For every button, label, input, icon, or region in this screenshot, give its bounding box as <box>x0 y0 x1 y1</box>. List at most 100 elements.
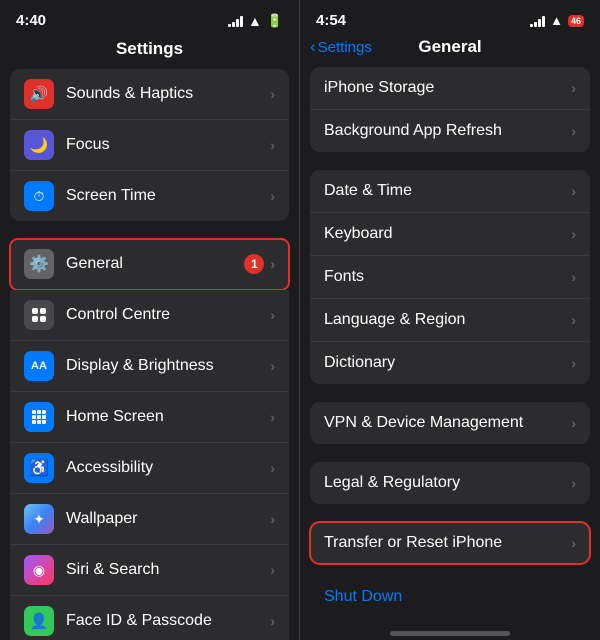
right-item-language[interactable]: Language & Region › <box>310 299 590 342</box>
time-left: 4:40 <box>16 12 46 29</box>
left-panel: 4:40 ▲ 🔋 Settings 🔊 Sounds & Haptics › <box>0 0 300 640</box>
settings-item-siri[interactable]: ◉ Siri & Search › <box>10 545 289 596</box>
date-time-label: Date & Time <box>324 182 412 200</box>
status-icons-right: ▲ 46 <box>530 13 584 28</box>
legal-chevron: › <box>571 475 576 491</box>
iphone-storage-label: iPhone Storage <box>324 79 434 97</box>
sounds-icon: 🔊 <box>24 79 54 109</box>
siri-icon: ◉ <box>24 555 54 585</box>
faceid-icon: 👤 <box>24 606 54 636</box>
settings-item-general[interactable]: ⚙️ General 1 › <box>10 239 289 290</box>
settings-item-sounds[interactable]: 🔊 Sounds & Haptics › <box>10 69 289 120</box>
fonts-label: Fonts <box>324 268 364 286</box>
accessibility-icon: ♿ <box>24 453 54 483</box>
wallpaper-label: Wallpaper <box>66 510 270 528</box>
screen-time-icon: ⏱ <box>24 181 54 211</box>
focus-icon: 🌙 <box>24 130 54 160</box>
settings-group-top: 🔊 Sounds & Haptics › 🌙 Focus › ⏱ Screen … <box>10 69 289 221</box>
siri-chevron: › <box>270 562 275 578</box>
right-list: iPhone Storage › Background App Refresh … <box>300 67 600 623</box>
right-group-locale: Date & Time › Keyboard › Fonts › Languag… <box>310 170 590 384</box>
sounds-label: Sounds & Haptics <box>66 85 270 103</box>
right-item-fonts[interactable]: Fonts › <box>310 256 590 299</box>
status-icons-left: ▲ 🔋 <box>228 13 283 29</box>
control-centre-icon <box>24 300 54 330</box>
nav-title: General <box>418 37 481 57</box>
home-screen-icon <box>24 402 54 432</box>
right-item-date-time[interactable]: Date & Time › <box>310 170 590 213</box>
right-item-vpn[interactable]: VPN & Device Management › <box>310 402 590 444</box>
vpn-label: VPN & Device Management <box>324 414 523 432</box>
vpn-chevron: › <box>571 415 576 431</box>
wifi-icon-right: ▲ <box>550 13 563 28</box>
settings-item-faceid[interactable]: 👤 Face ID & Passcode › <box>10 596 289 640</box>
transfer-reset-label: Transfer or Reset iPhone <box>324 534 502 552</box>
display-chevron: › <box>270 358 275 374</box>
right-item-transfer-reset[interactable]: Transfer or Reset iPhone › <box>310 522 590 564</box>
signal-bar-3 <box>236 19 239 27</box>
settings-item-focus[interactable]: 🌙 Focus › <box>10 120 289 171</box>
signal-bar-1 <box>228 24 231 27</box>
home-screen-chevron: › <box>270 409 275 425</box>
nav-back-button[interactable]: ‹ Settings <box>310 37 372 57</box>
settings-item-display[interactable]: AA Display & Brightness › <box>10 341 289 392</box>
iphone-storage-chevron: › <box>571 80 576 96</box>
language-chevron: › <box>571 312 576 328</box>
bg-refresh-label: Background App Refresh <box>324 122 502 140</box>
battery-icon: 🔋 <box>267 13 283 29</box>
home-screen-label: Home Screen <box>66 408 270 426</box>
faceid-chevron: › <box>270 613 275 629</box>
settings-item-home-screen[interactable]: Home Screen › <box>10 392 289 443</box>
status-bar-left: 4:40 ▲ 🔋 <box>0 0 299 35</box>
right-item-dictionary[interactable]: Dictionary › <box>310 342 590 384</box>
dictionary-label: Dictionary <box>324 354 395 372</box>
display-label: Display & Brightness <box>66 357 270 375</box>
wifi-icon: ▲ <box>248 13 262 29</box>
dictionary-chevron: › <box>571 355 576 371</box>
legal-label: Legal & Regulatory <box>324 474 460 492</box>
right-item-legal[interactable]: Legal & Regulatory › <box>310 462 590 504</box>
fonts-chevron: › <box>571 269 576 285</box>
settings-group-mid: ⚙️ General 1 › Control Centre › <box>10 239 289 640</box>
right-item-bg-refresh[interactable]: Background App Refresh › <box>310 110 590 152</box>
general-badge: 1 <box>244 254 264 274</box>
general-icon: ⚙️ <box>24 249 54 279</box>
shutdown-link[interactable]: Shut Down <box>310 582 590 606</box>
keyboard-label: Keyboard <box>324 225 393 243</box>
right-panel: 4:54 ▲ 46 ‹ Settings General iPhone Stor… <box>300 0 600 640</box>
time-right: 4:54 <box>316 12 346 29</box>
signal-bar-4 <box>240 16 243 27</box>
settings-item-wallpaper[interactable]: ✦ Wallpaper › <box>10 494 289 545</box>
signal-bar-r4 <box>542 16 545 27</box>
bg-refresh-chevron: › <box>571 123 576 139</box>
date-time-chevron: › <box>571 183 576 199</box>
language-label: Language & Region <box>324 311 465 329</box>
right-item-iphone-storage[interactable]: iPhone Storage › <box>310 67 590 110</box>
signal-icon-right <box>530 15 545 27</box>
settings-item-screen-time[interactable]: ⏱ Screen Time › <box>10 171 289 221</box>
settings-list: 🔊 Sounds & Haptics › 🌙 Focus › ⏱ Screen … <box>0 69 299 640</box>
control-centre-label: Control Centre <box>66 306 270 324</box>
signal-bar-2 <box>232 22 235 27</box>
transfer-reset-chevron: › <box>571 535 576 551</box>
faceid-label: Face ID & Passcode <box>66 612 270 630</box>
focus-label: Focus <box>66 136 270 154</box>
signal-icon <box>228 15 243 27</box>
right-group-storage: iPhone Storage › Background App Refresh … <box>310 67 590 152</box>
sounds-chevron: › <box>270 86 275 102</box>
siri-label: Siri & Search <box>66 561 270 579</box>
general-chevron: › <box>270 256 275 272</box>
control-centre-chevron: › <box>270 307 275 323</box>
back-label: Settings <box>318 39 372 56</box>
right-item-keyboard[interactable]: Keyboard › <box>310 213 590 256</box>
keyboard-chevron: › <box>571 226 576 242</box>
settings-item-control-centre[interactable]: Control Centre › <box>10 290 289 341</box>
settings-item-accessibility[interactable]: ♿ Accessibility › <box>10 443 289 494</box>
battery-badge-right: 46 <box>568 15 584 27</box>
general-label: General <box>66 255 244 273</box>
signal-bar-r2 <box>534 22 537 27</box>
screen-time-chevron: › <box>270 188 275 204</box>
wallpaper-chevron: › <box>270 511 275 527</box>
screen-time-label: Screen Time <box>66 187 270 205</box>
focus-chevron: › <box>270 137 275 153</box>
